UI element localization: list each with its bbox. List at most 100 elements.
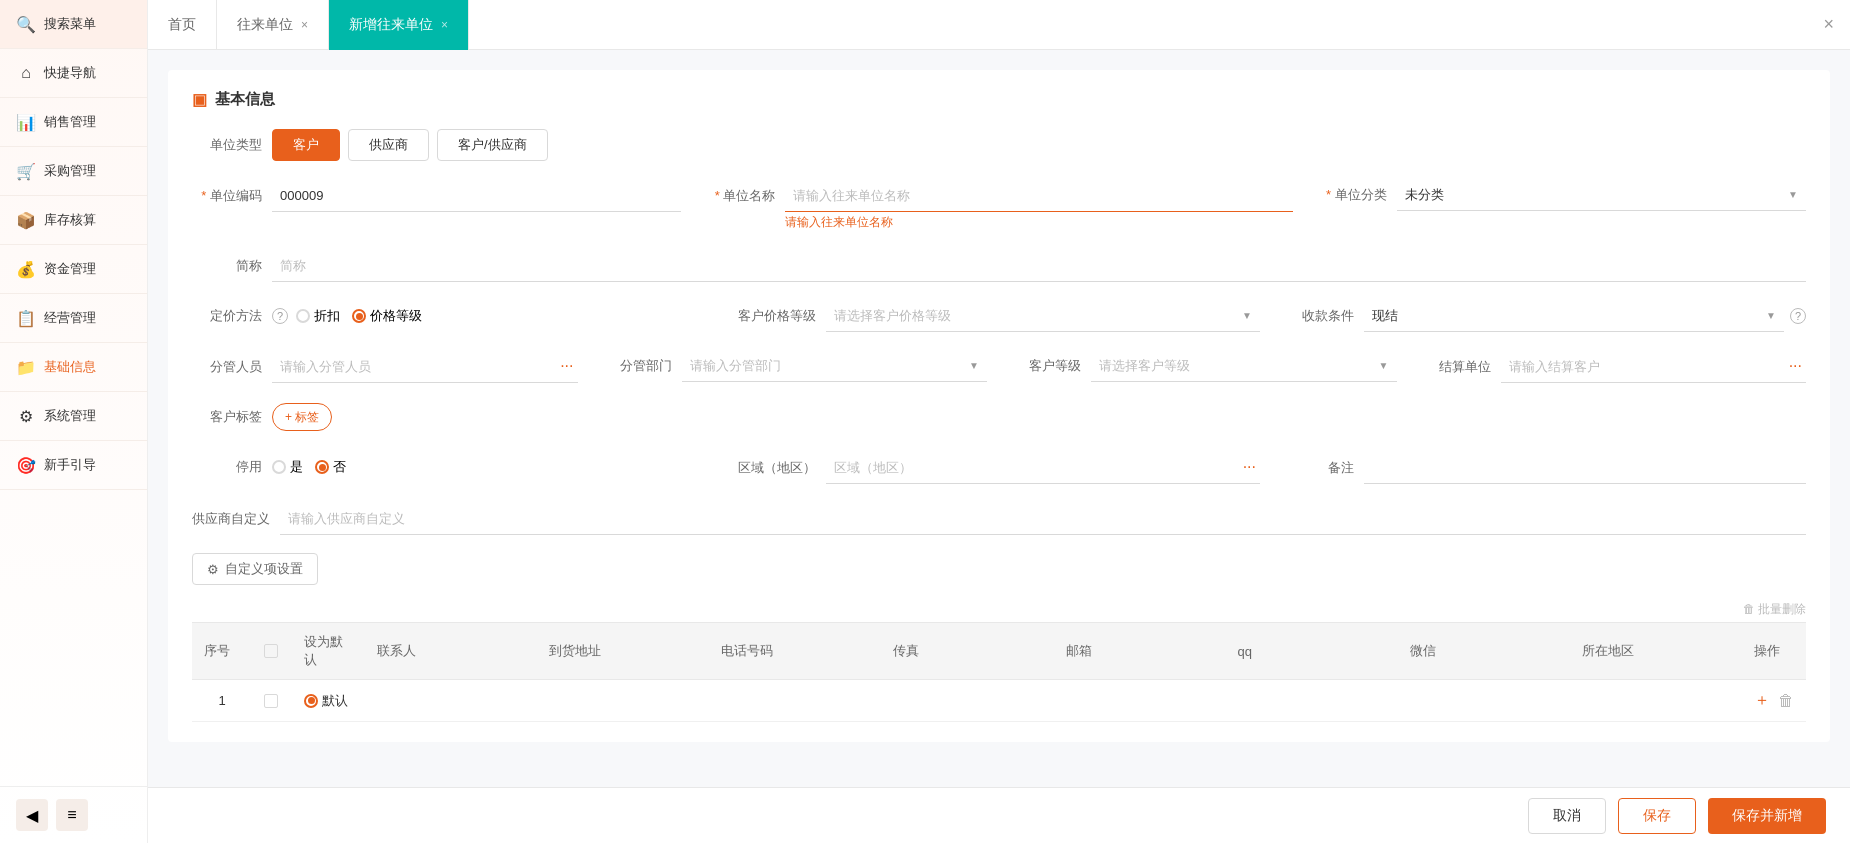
code-name-category-row: 单位编码 单位名称 请输入往来单位名称 [192, 179, 1806, 231]
batch-delete-icon: 🗑 [1743, 602, 1755, 616]
sidebar-item-guide[interactable]: 🎯 新手引导 [0, 441, 147, 490]
department-select[interactable]: 请输入分管部门 ▼ [682, 350, 988, 382]
row-default-cell: 默认 [292, 680, 365, 722]
disabled-group: 停用 是 否 [192, 451, 714, 483]
save-button[interactable]: 保存 [1618, 798, 1696, 834]
supplier-custom-label: 供应商自定义 [192, 503, 280, 535]
sidebar-item-system[interactable]: ⚙ 系统管理 [0, 392, 147, 441]
radio-price-level[interactable]: 价格等级 [352, 307, 422, 325]
payment-condition-select[interactable]: 现结 ▼ [1364, 300, 1784, 332]
row-address[interactable] [537, 680, 709, 722]
row-fax[interactable] [881, 680, 1053, 722]
sidebar-item-label: 快捷导航 [44, 64, 96, 82]
row-action-cell: ＋ 🗑 [1742, 680, 1806, 722]
sidebar-menu-btn[interactable]: ≡ [56, 799, 88, 831]
sidebar-item-purchase[interactable]: 🛒 采购管理 [0, 147, 147, 196]
region-input-wrap: ··· [826, 451, 1260, 484]
row-wechat[interactable] [1398, 680, 1570, 722]
add-tag-btn[interactable]: + 标签 [272, 403, 332, 431]
remark-input[interactable] [1364, 451, 1806, 483]
row-area-input[interactable] [1582, 693, 1730, 708]
save-new-button[interactable]: 保存并新增 [1708, 798, 1826, 834]
region-input[interactable] [826, 451, 1239, 483]
unit-name-input[interactable] [785, 179, 1292, 211]
disabled-label: 停用 [192, 451, 272, 483]
radio-no[interactable]: 否 [315, 458, 346, 476]
settlement-unit-input[interactable] [1501, 350, 1785, 382]
sidebar: 🔍 搜索菜单 ⌂ 快捷导航 📊 销售管理 🛒 采购管理 📦 库存核算 💰 资金管… [0, 0, 148, 843]
delete-row-icon[interactable]: 🗑 [1778, 692, 1794, 710]
row-phone-input[interactable] [721, 693, 869, 708]
pricing-radio-group: 折扣 价格等级 [296, 307, 422, 325]
row-default-label: 默认 [322, 692, 348, 710]
radio-discount-label: 折扣 [314, 307, 340, 325]
row-contact[interactable] [365, 680, 537, 722]
customer-price-level-select[interactable]: 请选择客户价格等级 ▼ [826, 300, 1260, 332]
unit-category-group: 单位分类 未分类 ▼ [1317, 179, 1806, 211]
col-action: 操作 [1742, 623, 1806, 680]
main-area: 首页 往来单位 × 新增往来单位 × × ▣ 基本信息 单位类型 客户 [148, 0, 1850, 843]
row-email[interactable] [1054, 680, 1226, 722]
row-contact-input[interactable] [377, 693, 525, 708]
manager-group: 分管人员 ··· [192, 350, 578, 383]
row-default-radio[interactable]: 默认 [304, 692, 353, 710]
sidebar-item-sales[interactable]: 📊 销售管理 [0, 98, 147, 147]
sidebar-item-search[interactable]: 🔍 搜索菜单 [0, 0, 147, 49]
row-area[interactable] [1570, 680, 1742, 722]
unit-code-input[interactable] [272, 179, 681, 211]
customer-price-level-group: 客户价格等级 请选择客户价格等级 ▼ [738, 300, 1260, 332]
row-qq-input[interactable] [1238, 693, 1386, 708]
sidebar-item-inventory[interactable]: 📦 库存核算 [0, 196, 147, 245]
row-phone[interactable] [709, 680, 881, 722]
row-qq[interactable] [1226, 680, 1398, 722]
sidebar-collapse-btn[interactable]: ◀ [16, 799, 48, 831]
customer-tag-row: 客户标签 + 标签 [192, 401, 1806, 433]
batch-delete[interactable]: 🗑 批量删除 [192, 601, 1806, 618]
radio-yes[interactable]: 是 [272, 458, 303, 476]
payment-condition-group: 收款条件 现结 ▼ ? [1284, 300, 1806, 332]
select-all-checkbox[interactable] [264, 644, 278, 658]
sidebar-item-operations[interactable]: 📋 经营管理 [0, 294, 147, 343]
sidebar-item-finance[interactable]: 💰 资金管理 [0, 245, 147, 294]
unit-name-label: 单位名称 [705, 180, 785, 212]
row-wechat-input[interactable] [1410, 693, 1558, 708]
settlement-dots[interactable]: ··· [1785, 357, 1806, 375]
short-name-input[interactable] [272, 249, 1806, 281]
col-email: 邮箱 [1054, 623, 1226, 680]
add-row-icon[interactable]: ＋ [1754, 690, 1770, 711]
customer-level-value: 请选择客户等级 [1099, 357, 1375, 375]
unit-type-supplier-btn[interactable]: 供应商 [348, 129, 429, 161]
pricing-row: 定价方法 ? 折扣 价格等级 [192, 300, 1806, 332]
sidebar-item-basic-info[interactable]: 📁 基础信息 [0, 343, 147, 392]
cancel-button[interactable]: 取消 [1528, 798, 1606, 834]
sidebar-item-quick-nav[interactable]: ⌂ 快捷导航 [0, 49, 147, 98]
close-all-tabs[interactable]: × [1807, 14, 1850, 35]
unit-type-customer-btn[interactable]: 客户 [272, 129, 340, 161]
row-fax-input[interactable] [893, 693, 1041, 708]
manager-input[interactable] [272, 350, 556, 382]
tab-new-partner[interactable]: 新增往来单位 × [329, 0, 469, 50]
row-email-input[interactable] [1066, 693, 1214, 708]
supplier-custom-input-wrap [280, 502, 1806, 535]
remark-group: 备注 [1284, 451, 1806, 484]
unit-code-group: 单位编码 [192, 179, 681, 212]
tab-partner-close[interactable]: × [301, 18, 308, 32]
row-checkbox[interactable] [264, 694, 278, 708]
radio-discount[interactable]: 折扣 [296, 307, 340, 325]
unit-type-both-btn[interactable]: 客户/供应商 [437, 129, 548, 161]
tab-new-partner-close[interactable]: × [441, 18, 448, 32]
customer-price-level-label: 客户价格等级 [738, 300, 826, 332]
customer-level-select[interactable]: 请选择客户等级 ▼ [1091, 350, 1397, 382]
supplier-custom-input[interactable] [280, 502, 1806, 534]
unit-category-select[interactable]: 未分类 ▼ [1397, 179, 1806, 211]
system-icon: ⚙ [16, 406, 36, 426]
tab-partner[interactable]: 往来单位 × [217, 0, 329, 50]
custom-settings-btn[interactable]: ⚙ 自定义项设置 [192, 553, 318, 585]
payment-condition-help[interactable]: ? [1790, 308, 1806, 324]
content-area: ▣ 基本信息 单位类型 客户 供应商 客户/供应商 单位编码 [148, 50, 1850, 843]
pricing-method-help[interactable]: ? [272, 308, 288, 324]
row-address-input[interactable] [549, 693, 697, 708]
region-dots[interactable]: ··· [1239, 458, 1260, 476]
tab-home[interactable]: 首页 [148, 0, 217, 50]
manager-dots[interactable]: ··· [556, 357, 577, 375]
